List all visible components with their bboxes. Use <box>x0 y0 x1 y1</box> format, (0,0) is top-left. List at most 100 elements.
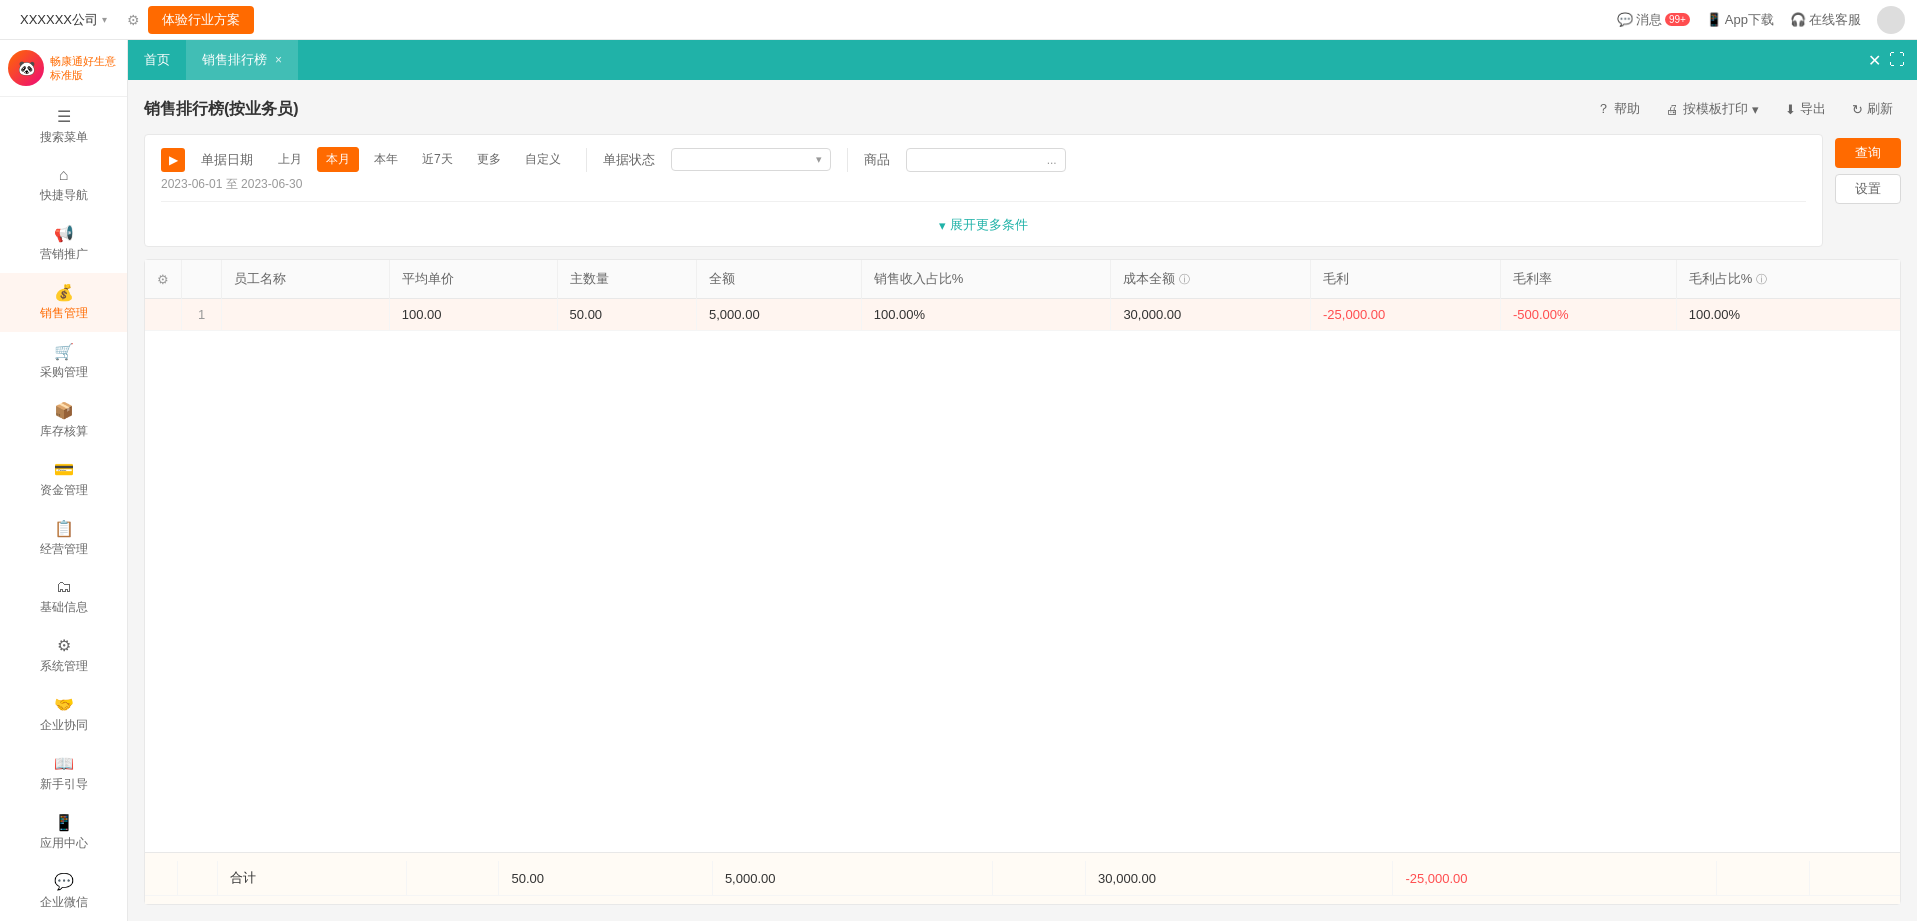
recent-days-btn[interactable]: 近7天 <box>413 147 462 172</box>
date-filter-label: 单据日期 <box>201 151 253 169</box>
gear-icon[interactable]: ⚙ <box>127 12 140 28</box>
sidebar-item-label: 经营管理 <box>40 541 88 558</box>
headset-icon: 🎧 <box>1790 12 1806 27</box>
online-service-label: 在线客服 <box>1809 11 1861 29</box>
main-layout: 🐼 畅康通好生意 标准版 ☰ 搜索菜单 ⌂ 快捷导航 📢 营销推广 💰 销售管理… <box>0 40 1917 921</box>
export-icon: ⬇ <box>1785 102 1796 117</box>
top-bar: XXXXXX公司 ▾ ⚙ 体验行业方案 💬 消息 99+ 📱 App下载 🎧 在… <box>0 0 1917 40</box>
refresh-icon: ↻ <box>1852 102 1863 117</box>
sidebar-item-quick-nav[interactable]: ⌂ 快捷导航 <box>0 156 127 214</box>
finance-icon: 💳 <box>54 460 74 479</box>
this-month-btn[interactable]: 本月 <box>317 147 359 172</box>
message-area[interactable]: 💬 消息 99+ <box>1617 11 1690 29</box>
row-rank: 1 <box>182 299 222 331</box>
sidebar-item-label: 营销推广 <box>40 246 88 263</box>
export-button[interactable]: ⬇ 导出 <box>1777 96 1834 122</box>
sidebar-item-label: 企业协同 <box>40 717 88 734</box>
goods-input[interactable]: ... <box>906 148 1066 172</box>
tab-sales-ranking[interactable]: 销售排行榜 × <box>186 40 298 80</box>
table-footer: 合计 50.00 5,000.00 30,000.00 -25,000.00 <box>145 852 1900 904</box>
more-dates-btn[interactable]: 更多 <box>468 147 510 172</box>
row-cost-amount: 30,000.00 <box>1111 299 1311 331</box>
purchase-icon: 🛒 <box>54 342 74 361</box>
sidebar-item-label: 销售管理 <box>40 305 88 322</box>
custom-date-btn[interactable]: 自定义 <box>516 147 570 172</box>
row-gross-pct: 100.00% <box>1676 299 1900 331</box>
status-select[interactable]: ▾ <box>671 148 831 171</box>
sidebar-item-wechat[interactable]: 💬 企业微信 <box>0 862 127 921</box>
sidebar-item-search-order[interactable]: ☰ 搜索菜单 <box>0 97 127 156</box>
message-badge: 99+ <box>1665 13 1690 26</box>
col-settings[interactable]: ⚙ <box>145 260 182 299</box>
col-gross-rate: 毛利率 <box>1500 260 1676 299</box>
sidebar-item-label: 系统管理 <box>40 658 88 675</box>
online-service-link[interactable]: 🎧 在线客服 <box>1790 11 1861 29</box>
header-actions: ？ 帮助 🖨 按模板打印 ▾ ⬇ 导出 ↻ 刷新 <box>1589 96 1901 122</box>
trial-button[interactable]: 体验行业方案 <box>148 6 254 34</box>
col-rank <box>182 260 222 299</box>
sidebar-item-basic-info[interactable]: 🗂 基础信息 <box>0 568 127 626</box>
filter-area: ▶ 单据日期 上月 本月 本年 近7天 更多 自定义 <box>144 134 1823 247</box>
footer-avg-price <box>406 861 499 896</box>
company-selector[interactable]: XXXXXX公司 ▾ <box>12 7 115 33</box>
col-avg-price: 平均单价 <box>389 260 557 299</box>
print-button[interactable]: 🖨 按模板打印 ▾ <box>1658 96 1767 122</box>
print-icon: 🖨 <box>1666 102 1679 117</box>
wechat-icon: 💬 <box>54 872 74 891</box>
mobile-icon: 📱 <box>1706 12 1722 27</box>
col-sales-pct: 销售收入占比% <box>861 260 1111 299</box>
filter-toggle-icon[interactable]: ▶ <box>161 148 185 172</box>
sidebar-item-finance[interactable]: 💳 资金管理 <box>0 450 127 509</box>
goods-more-icon[interactable]: ... <box>1047 153 1057 167</box>
app-download-link[interactable]: 📱 App下载 <box>1706 11 1774 29</box>
row-qty: 50.00 <box>557 299 696 331</box>
query-button[interactable]: 查询 <box>1835 138 1901 168</box>
tab-close-all-icon[interactable]: ✕ <box>1868 51 1881 70</box>
sidebar-item-guide[interactable]: 📖 新手引导 <box>0 744 127 803</box>
gross-pct-info-icon[interactable]: ⓘ <box>1756 273 1767 285</box>
expand-more-btn[interactable]: ▾ 展开更多条件 <box>161 216 1806 234</box>
goods-filter-label: 商品 <box>864 151 890 169</box>
footer-gross-pct <box>1809 861 1900 896</box>
status-chevron-icon: ▾ <box>816 153 822 166</box>
quick-nav-icon: ⌂ <box>59 166 69 184</box>
row-gross-profit: -25,000.00 <box>1311 299 1501 331</box>
sidebar-item-operation[interactable]: 📋 经营管理 <box>0 509 127 568</box>
sidebar-item-marketing[interactable]: 📢 营销推广 <box>0 214 127 273</box>
footer-sales-pct <box>993 861 1086 896</box>
footer-amount: 5,000.00 <box>712 861 992 896</box>
guide-icon: 📖 <box>54 754 74 773</box>
filter-row-1: ▶ 单据日期 上月 本月 本年 近7天 更多 自定义 <box>161 147 1806 172</box>
footer-gross-profit: -25,000.00 <box>1393 861 1716 896</box>
sidebar-item-system[interactable]: ⚙ 系统管理 <box>0 626 127 685</box>
tab-home[interactable]: 首页 <box>128 40 186 80</box>
sidebar-item-sales[interactable]: 💰 销售管理 <box>0 273 127 332</box>
tab-sales-ranking-label: 销售排行榜 <box>202 51 267 69</box>
sidebar-item-app-center[interactable]: 📱 应用中心 <box>0 803 127 862</box>
help-button[interactable]: ？ 帮助 <box>1589 96 1648 122</box>
refresh-button[interactable]: ↻ 刷新 <box>1844 96 1901 122</box>
this-year-btn[interactable]: 本年 <box>365 147 407 172</box>
enterprise-icon: 🤝 <box>54 695 74 714</box>
tab-close-icon[interactable]: × <box>275 53 282 67</box>
filter-divider-1 <box>586 148 587 172</box>
table-header-row: ⚙ 员工名称 平均单价 主数量 全额 销售收入占比% 成本全额 ⓘ 毛利 毛利率 <box>145 260 1900 299</box>
sidebar-item-label: 应用中心 <box>40 835 88 852</box>
status-filter-label: 单据状态 <box>603 151 655 169</box>
chevron-down-icon: ▾ <box>102 14 107 25</box>
sales-icon: 💰 <box>54 283 74 302</box>
tab-maximize-icon[interactable]: ⛶ <box>1889 51 1905 69</box>
sidebar-item-purchase[interactable]: 🛒 采购管理 <box>0 332 127 391</box>
settings-row-button[interactable]: 设置 <box>1835 174 1901 204</box>
sidebar-item-enterprise[interactable]: 🤝 企业协同 <box>0 685 127 744</box>
sidebar-item-inventory[interactable]: 📦 库存核算 <box>0 391 127 450</box>
tab-bar-right: ✕ ⛶ <box>1868 51 1917 70</box>
col-gross-profit: 毛利 <box>1311 260 1501 299</box>
prev-month-btn[interactable]: 上月 <box>269 147 311 172</box>
cost-info-icon[interactable]: ⓘ <box>1179 273 1190 285</box>
app-download-label: App下载 <box>1725 11 1774 29</box>
table-area: ⚙ 员工名称 平均单价 主数量 全额 销售收入占比% 成本全额 ⓘ 毛利 毛利率 <box>144 259 1901 905</box>
user-avatar[interactable] <box>1877 6 1905 34</box>
col-gross-pct: 毛利占比% ⓘ <box>1676 260 1900 299</box>
sales-ranking-table: ⚙ 员工名称 平均单价 主数量 全额 销售收入占比% 成本全额 ⓘ 毛利 毛利率 <box>145 260 1900 331</box>
